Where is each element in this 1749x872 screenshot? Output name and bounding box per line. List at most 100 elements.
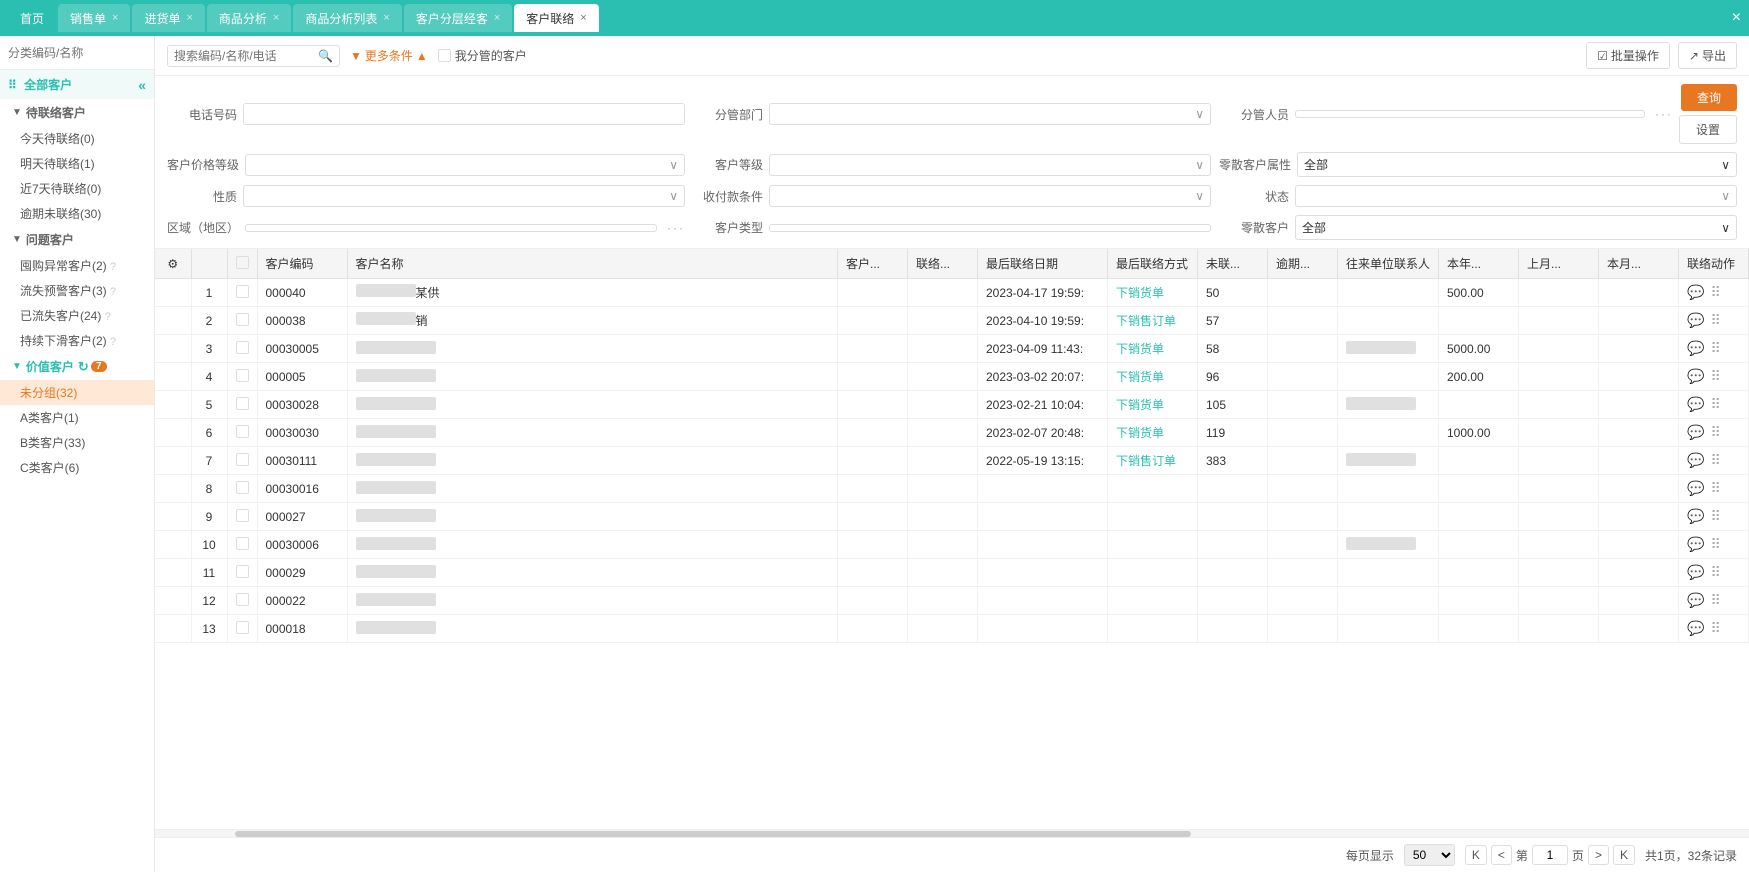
grid-icon[interactable]: ⠿ [1710, 620, 1720, 637]
row-checkbox[interactable] [236, 313, 249, 326]
tab-customer-segment[interactable]: 客户分层经客 × [404, 4, 512, 32]
all-customers-header[interactable]: ⠿ 全部客户 « [0, 70, 154, 99]
grid-icon[interactable]: ⠿ [1710, 480, 1720, 497]
sidebar-item-class-b[interactable]: B类客户(33) [0, 430, 154, 455]
nature-select[interactable]: ∨ [243, 185, 685, 207]
th-code[interactable]: 客户编码 [257, 249, 347, 279]
sidebar-item-lost-customers[interactable]: 已流失客户(24) ? [0, 303, 154, 328]
chat-icon[interactable]: 💬 [1687, 284, 1704, 301]
th-overdue[interactable]: 逾期... [1267, 249, 1337, 279]
tab-home[interactable]: 首页 [8, 4, 56, 32]
first-page-btn[interactable]: K [1465, 845, 1487, 865]
th-check[interactable] [227, 249, 257, 279]
th-name[interactable]: 客户名称 [347, 249, 837, 279]
last-way-link[interactable]: 下销售订单 [1116, 454, 1176, 468]
th-no-contact[interactable]: 未联... [1197, 249, 1267, 279]
tab-customer-segment-close[interactable]: × [494, 12, 500, 24]
tab-customer-contact-close[interactable]: × [580, 12, 586, 24]
sidebar-item-hoarding-abnormal[interactable]: 囤购异常客户(2) ? [0, 253, 154, 278]
page-size-select[interactable]: 50 100 200 [1404, 844, 1455, 866]
tab-sales-close[interactable]: × [112, 12, 118, 24]
row-checkbox[interactable] [236, 621, 249, 634]
grid-icon[interactable]: ⠿ [1710, 396, 1720, 413]
tab-sales[interactable]: 销售单 × [58, 4, 130, 32]
last-page-btn[interactable]: K [1613, 845, 1635, 865]
window-close-button[interactable]: × [1732, 9, 1741, 27]
region-dots[interactable]: ··· [667, 221, 685, 235]
last-way-link[interactable]: 下销货单 [1116, 426, 1164, 440]
row-checkbox[interactable] [236, 397, 249, 410]
th-settings[interactable]: ⚙ [155, 249, 191, 279]
last-way-link[interactable]: 下销售订单 [1116, 314, 1176, 328]
th-unit-contact[interactable]: 往来单位联系人 [1337, 249, 1438, 279]
grid-icon[interactable]: ⠿ [1710, 424, 1720, 441]
sidebar-item-class-a[interactable]: A类客户(1) [0, 405, 154, 430]
chat-icon[interactable]: 💬 [1687, 424, 1704, 441]
th-type[interactable]: 客户... [837, 249, 907, 279]
retail-attr-select[interactable]: 全部 ∨ [1297, 152, 1737, 177]
payment-select[interactable]: ∨ [769, 185, 1211, 207]
chat-icon[interactable]: 💬 [1687, 536, 1704, 553]
customer-level-select[interactable]: ∨ [769, 154, 1211, 176]
td-check[interactable] [227, 475, 257, 503]
td-check[interactable] [227, 391, 257, 419]
last-way-link[interactable]: 下销货单 [1116, 398, 1164, 412]
scroll-thumb[interactable] [235, 831, 1191, 837]
customer-type-select[interactable] [769, 224, 1211, 232]
row-checkbox[interactable] [236, 565, 249, 578]
th-last-way[interactable]: 最后联络方式 [1107, 249, 1197, 279]
export-btn[interactable]: ↗ 导出 [1678, 42, 1737, 69]
select-all-checkbox[interactable] [236, 256, 249, 269]
query-btn[interactable]: 查询 [1681, 84, 1737, 111]
my-customers-checkbox[interactable] [438, 49, 451, 62]
th-this-year[interactable]: 本年... [1439, 249, 1519, 279]
td-check[interactable] [227, 615, 257, 643]
chat-icon[interactable]: 💬 [1687, 396, 1704, 413]
chat-icon[interactable]: 💬 [1687, 340, 1704, 357]
horizontal-scrollbar[interactable] [155, 829, 1749, 837]
grid-icon[interactable]: ⠿ [1710, 536, 1720, 553]
manager-dots[interactable]: ··· [1655, 107, 1673, 121]
manager-select[interactable] [1295, 110, 1645, 118]
td-check[interactable] [227, 307, 257, 335]
search-icon[interactable]: 🔍 [318, 49, 333, 63]
last-way-link[interactable]: 下销货单 [1116, 370, 1164, 384]
sidebar-item-unclassified[interactable]: 未分组(32) [0, 380, 154, 405]
chat-icon[interactable]: 💬 [1687, 620, 1704, 637]
chat-icon[interactable]: 💬 [1687, 564, 1704, 581]
chat-icon[interactable]: 💬 [1687, 368, 1704, 385]
sidebar-item-declining[interactable]: 持续下滑客户(2) ? [0, 328, 154, 353]
chat-icon[interactable]: 💬 [1687, 592, 1704, 609]
sidebar-item-today-pending[interactable]: 今天待联络(0) [0, 126, 154, 151]
phone-input[interactable] [243, 103, 685, 125]
row-checkbox[interactable] [236, 341, 249, 354]
td-check[interactable] [227, 559, 257, 587]
chat-icon[interactable]: 💬 [1687, 312, 1704, 329]
sidebar-item-overdue-pending[interactable]: 逾期未联络(30) [0, 201, 154, 226]
grid-icon[interactable]: ⠿ [1710, 592, 1720, 609]
reset-btn[interactable]: 设置 [1679, 115, 1737, 144]
grid-icon[interactable]: ⠿ [1710, 340, 1720, 357]
sidebar-group-problem[interactable]: ▼ 问题客户 [0, 226, 154, 253]
price-level-select[interactable]: ∨ [245, 154, 685, 176]
row-checkbox[interactable] [236, 509, 249, 522]
tab-goods-analysis-close[interactable]: × [273, 12, 279, 24]
tab-purchase[interactable]: 进货单 × [132, 4, 204, 32]
grid-icon[interactable]: ⠿ [1710, 564, 1720, 581]
sidebar-item-7days-pending[interactable]: 近7天待联络(0) [0, 176, 154, 201]
row-checkbox[interactable] [236, 481, 249, 494]
region-select[interactable] [245, 224, 657, 232]
grid-icon[interactable]: ⠿ [1710, 508, 1720, 525]
grid-icon[interactable]: ⠿ [1710, 452, 1720, 469]
sidebar-group-score[interactable]: ▼ 价值客户 ↻ 7 [0, 353, 154, 380]
td-check[interactable] [227, 363, 257, 391]
th-last-month[interactable]: 上月... [1519, 249, 1599, 279]
more-conditions-btn[interactable]: ▼ 更多条件 ▲ [350, 47, 428, 64]
grid-icon[interactable]: ⠿ [1710, 368, 1720, 385]
th-contact[interactable]: 联络... [907, 249, 977, 279]
sidebar-item-class-c[interactable]: C类客户(6) [0, 455, 154, 480]
retail-customer-select[interactable]: 全部 ∨ [1295, 215, 1737, 240]
row-checkbox[interactable] [236, 285, 249, 298]
th-last-date[interactable]: 最后联络日期 [977, 249, 1107, 279]
score-refresh-icon[interactable]: ↻ [78, 359, 89, 375]
